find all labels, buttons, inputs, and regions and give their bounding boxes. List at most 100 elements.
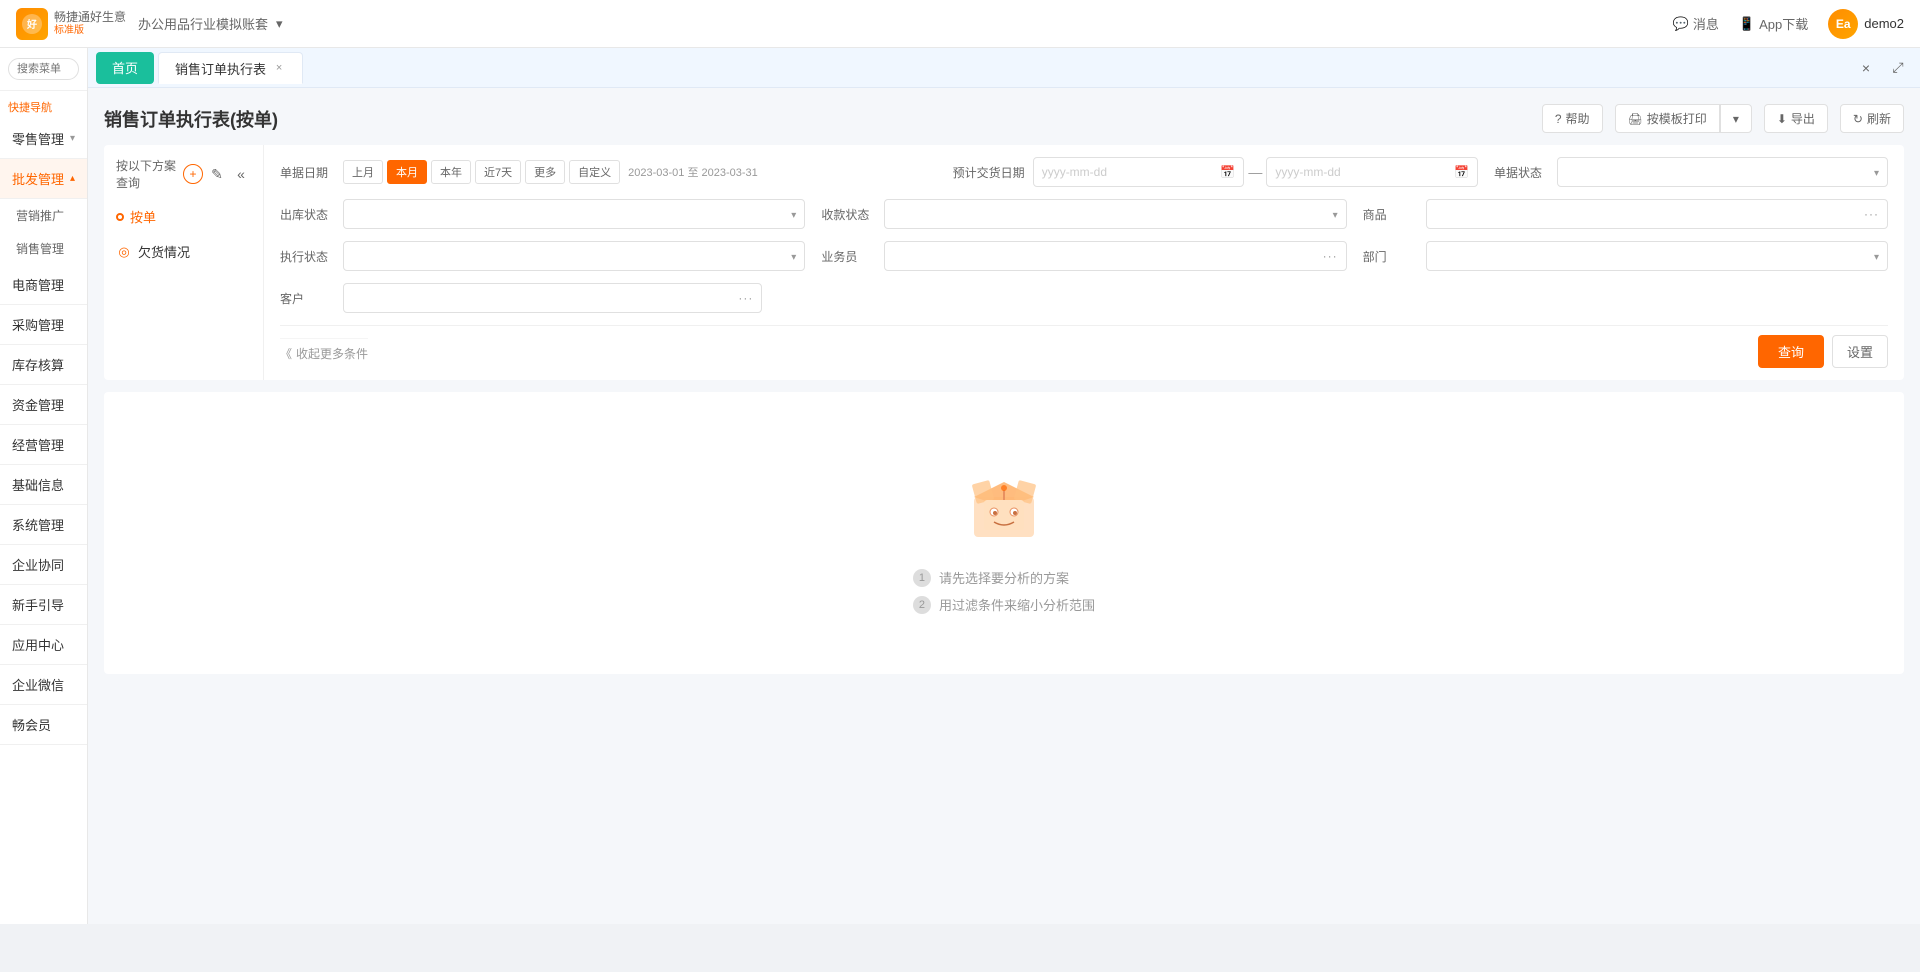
doc-status-chevron-icon [1874,165,1879,179]
collapse-filter-button[interactable]: 《 收起更多条件 [280,338,368,368]
filter-option-by-order[interactable]: 按单 [104,199,263,234]
tab-close-icon[interactable]: × [272,61,286,75]
date-btn-last-month[interactable]: 上月 [343,160,383,184]
sidebar-item-retail[interactable]: 零售管理 ▾ [0,119,87,159]
salesperson-dots-icon: ··· [1323,249,1338,263]
inactive-indicator: ◎ [116,244,132,260]
product-select[interactable]: ··· [1426,199,1888,229]
add-scheme-button[interactable]: + [183,164,203,184]
user-profile[interactable]: Ea demo2 [1828,9,1904,39]
print-dropdown-icon: ▾ [1733,112,1739,126]
doc-status-label: 单据状态 [1494,164,1549,181]
sidebar-item-guide[interactable]: 新手引导 [0,585,87,625]
customer-select[interactable]: ··· [343,283,762,313]
sidebar-item-wechat[interactable]: 企业微信 [0,665,87,705]
sidebar-item-sales[interactable]: 销售管理 [0,232,87,265]
expected-date-from[interactable]: yyyy-mm-dd 📅 [1033,157,1245,187]
tabs-bar: 首页 销售订单执行表 × × ⤢ [88,48,1920,88]
tab-sales-order[interactable]: 销售订单执行表 × [158,52,303,84]
edit-scheme-button[interactable]: ✎ [207,164,227,184]
window-maximize-button[interactable]: ⤢ [1884,54,1912,82]
calendar-from-icon: 📅 [1220,165,1235,179]
filter-row-1: 单据日期 上月 本月 本年 近7天 更多 自定义 2023-03-01 至 20… [280,157,1888,187]
sidebar: 快捷导航 零售管理 ▾ 批发管理 ▴ 营销推广 销售管理 电商管理 采购管理 库… [0,48,88,924]
expected-date-label: 预计交货日期 [953,164,1025,181]
exec-status-chevron-icon [791,249,796,263]
dept-label: 部门 [1363,248,1418,265]
collapse-icon: 《 [280,345,292,362]
out-status-select[interactable] [343,199,805,229]
svg-text:好: 好 [26,18,37,31]
empty-hint-2: 2 用过滤条件来缩小分析范围 [913,595,1095,614]
salesperson-select[interactable]: ··· [884,241,1346,271]
refresh-button[interactable]: ↻ 刷新 [1840,104,1904,133]
filter-main: 单据日期 上月 本月 本年 近7天 更多 自定义 2023-03-01 至 20… [264,145,1904,380]
export-button[interactable]: ⬇ 导出 [1764,104,1828,133]
exec-status-select[interactable] [343,241,805,271]
sidebar-item-ecommerce[interactable]: 电商管理 [0,265,87,305]
date-btn-this-year[interactable]: 本年 [431,160,471,184]
sidebar-item-system[interactable]: 系统管理 [0,505,87,545]
empty-illustration [954,452,1054,552]
sidebar-search-area [0,48,87,91]
page-title: 销售订单执行表(按单) [104,106,278,132]
filter-row-4: 客户 ··· [280,283,1888,313]
empty-hint-1: 1 请先选择要分析的方案 [913,568,1095,587]
filter-field-out-status: 出库状态 [280,199,805,229]
breadcrumb[interactable]: 办公用品行业模拟账套 ▾ [138,14,283,33]
date-btn-this-month[interactable]: 本月 [387,160,427,184]
expected-date-range: yyyy-mm-dd 📅 — yyyy-mm-dd 📅 [1033,157,1478,187]
window-close-button[interactable]: × [1852,54,1880,82]
app-download-icon: 📱 [1739,16,1755,32]
sidebar-item-inventory[interactable]: 库存核算 [0,345,87,385]
logo-icon: 好 [16,8,48,40]
main-content: 首页 销售订单执行表 × × ⤢ 销售订单执行表(按单) ? 帮助 [88,48,1920,924]
empty-hints: 1 请先选择要分析的方案 2 用过滤条件来缩小分析范围 [913,568,1095,614]
top-bar: 好 畅捷通好生意 标准版 办公用品行业模拟账套 ▾ 💬 消息 📱 App下载 E… [0,0,1920,48]
user-name: demo2 [1864,16,1904,31]
breadcrumb-arrow-icon: ▾ [276,16,283,32]
query-button[interactable]: 查询 [1758,335,1824,368]
print-button[interactable]: 🖨 按模板打印 [1615,104,1720,133]
expected-date-to[interactable]: yyyy-mm-dd 📅 [1266,157,1478,187]
search-input[interactable] [8,58,79,80]
receipt-status-chevron-icon [1333,207,1338,221]
dept-chevron-icon [1874,249,1879,263]
filter-field-date: 单据日期 上月 本月 本年 近7天 更多 自定义 2023-03-01 至 20… [280,160,937,184]
tab-home[interactable]: 首页 [96,52,154,84]
filter-sidebar-header: 按以下方案查询 + ✎ « [104,157,263,199]
filter-row-2: 出库状态 收款状态 [280,199,1888,229]
doc-status-select[interactable] [1557,157,1888,187]
sidebar-item-wholesale[interactable]: 批发管理 ▴ [0,159,87,199]
date-btn-more[interactable]: 更多 [525,160,565,184]
sidebar-item-app-center[interactable]: 应用中心 [0,625,87,665]
avatar: Ea [1828,9,1858,39]
help-button[interactable]: ? 帮助 [1542,104,1603,133]
sidebar-item-basic-info[interactable]: 基础信息 [0,465,87,505]
filter-field-customer: 客户 ··· [280,283,762,313]
date-btn-7days[interactable]: 近7天 [475,160,521,184]
export-icon: ⬇ [1777,112,1787,126]
filter-field-expected-date: 预计交货日期 yyyy-mm-dd 📅 — yyyy-mm-dd 📅 [953,157,1478,187]
app-download-button[interactable]: 📱 App下载 [1739,14,1808,33]
sidebar-item-enterprise[interactable]: 企业协同 [0,545,87,585]
sidebar-item-finance[interactable]: 资金管理 [0,385,87,425]
product-label: 商品 [1363,206,1418,223]
tabs-bar-actions: × ⤢ [1852,54,1920,82]
sidebar-item-marketing[interactable]: 营销推广 [0,199,87,232]
filter-option-shortage[interactable]: ◎ 欠货情况 [104,234,263,269]
logo-area[interactable]: 好 畅捷通好生意 标准版 [16,8,126,40]
print-dropdown-button[interactable]: ▾ [1720,104,1752,133]
sidebar-item-operations[interactable]: 经营管理 [0,425,87,465]
receipt-status-select[interactable] [884,199,1346,229]
refresh-icon: ↻ [1853,112,1863,126]
message-button[interactable]: 💬 消息 [1673,14,1719,33]
collapse-sidebar-button[interactable]: « [231,164,251,184]
page-header-actions: ? 帮助 🖨 按模板打印 ▾ ⬇ 导出 [1542,104,1904,133]
sidebar-item-member[interactable]: 畅会员 [0,705,87,745]
date-btn-custom[interactable]: 自定义 [569,160,620,184]
sidebar-item-purchase[interactable]: 采购管理 [0,305,87,345]
dept-select[interactable] [1426,241,1888,271]
settings-button[interactable]: 设置 [1832,335,1888,368]
product-dots-icon: ··· [1864,207,1879,221]
